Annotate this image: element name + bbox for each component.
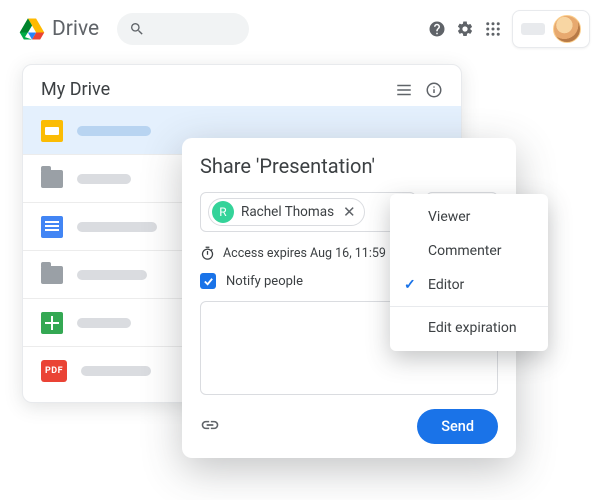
file-name-placeholder bbox=[81, 366, 151, 376]
file-name-placeholder bbox=[77, 270, 147, 280]
doc-icon bbox=[41, 216, 63, 238]
drive-brand[interactable]: Drive bbox=[18, 15, 99, 43]
role-option-editor[interactable]: ✓Editor bbox=[390, 268, 548, 302]
share-modal: Share 'Presentation' R Rachel Thomas ✕ E… bbox=[182, 138, 516, 458]
notify-checkbox[interactable] bbox=[200, 273, 216, 289]
link-icon bbox=[200, 415, 220, 435]
list-view-icon[interactable] bbox=[395, 81, 413, 99]
page-title: My Drive bbox=[41, 79, 110, 100]
edit-expiration-option[interactable]: Edit expiration bbox=[390, 311, 548, 345]
help-icon[interactable] bbox=[428, 20, 446, 38]
drive-logo-icon bbox=[18, 15, 46, 43]
checkmark-icon bbox=[203, 276, 214, 287]
notify-label: Notify people bbox=[226, 274, 303, 289]
copy-link-button[interactable] bbox=[200, 415, 220, 439]
gear-icon[interactable] bbox=[456, 20, 474, 38]
file-name-placeholder bbox=[77, 222, 157, 232]
role-option-viewer[interactable]: Viewer bbox=[390, 200, 548, 234]
timer-icon bbox=[200, 246, 215, 261]
menu-separator bbox=[390, 306, 548, 307]
folder-icon bbox=[41, 266, 63, 284]
recipient-avatar: R bbox=[212, 201, 234, 223]
search-icon bbox=[129, 21, 145, 37]
folder-icon bbox=[41, 170, 63, 188]
file-name-placeholder bbox=[77, 126, 151, 136]
avatar bbox=[553, 15, 581, 43]
sheet-icon bbox=[41, 312, 63, 334]
slides-icon bbox=[41, 120, 63, 142]
topbar: Drive bbox=[0, 0, 608, 54]
recipients-input[interactable]: R Rachel Thomas ✕ bbox=[200, 192, 416, 232]
account-switcher[interactable] bbox=[512, 10, 590, 48]
top-icons bbox=[428, 10, 590, 48]
share-title: Share 'Presentation' bbox=[200, 154, 498, 178]
check-icon: ✓ bbox=[404, 277, 420, 293]
recipient-chip[interactable]: R Rachel Thomas ✕ bbox=[208, 198, 365, 226]
role-menu: Viewer Commenter ✓Editor Edit expiration bbox=[390, 194, 548, 351]
account-placeholder bbox=[521, 23, 545, 35]
recipient-name: Rachel Thomas bbox=[241, 204, 334, 220]
role-option-commenter[interactable]: Commenter bbox=[390, 234, 548, 268]
brand-name: Drive bbox=[52, 17, 99, 41]
info-icon[interactable] bbox=[425, 81, 443, 99]
expiry-text: Access expires Aug 16, 11:59 PM bbox=[223, 246, 408, 261]
search-input[interactable] bbox=[117, 13, 249, 45]
file-name-placeholder bbox=[77, 318, 131, 328]
file-name-placeholder bbox=[77, 174, 131, 184]
apps-icon[interactable] bbox=[484, 20, 502, 38]
send-button[interactable]: Send bbox=[417, 409, 498, 444]
pdf-icon: PDF bbox=[41, 360, 67, 382]
remove-recipient-icon[interactable]: ✕ bbox=[343, 203, 356, 221]
